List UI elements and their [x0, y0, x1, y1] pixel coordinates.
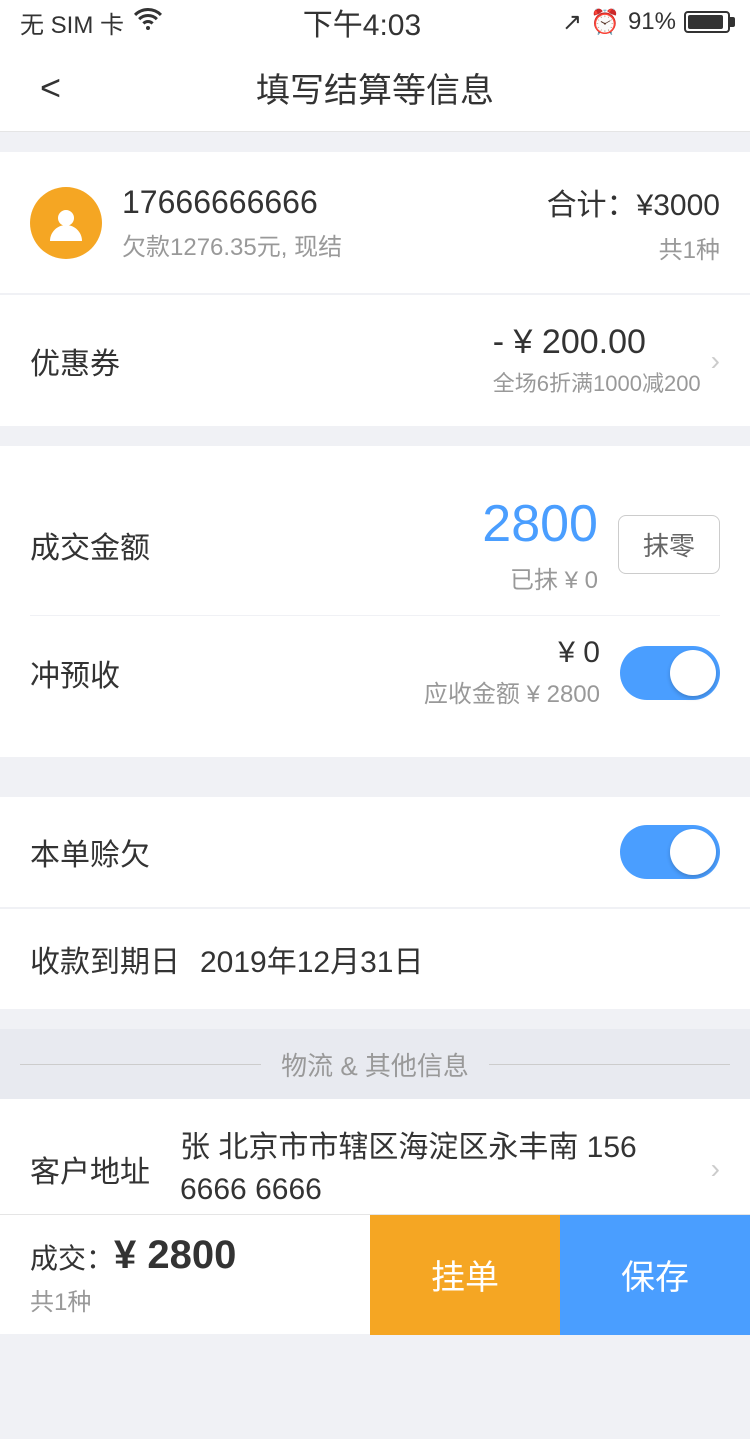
duedate-label: 收款到期日 — [30, 937, 180, 981]
coupon-discount: - ¥ 200.00 — [493, 323, 701, 362]
chevron-right-icon: › — [711, 345, 720, 377]
logistics-divider: 物流 & 其他信息 — [0, 1029, 750, 1099]
order-total: 合计：¥3000 — [547, 180, 720, 224]
chong-row: 冲预收 ¥ 0 应收金额 ¥ 2800 — [30, 616, 720, 729]
customer-debt: 欠款1276.35元, 现结 — [122, 227, 342, 262]
customer-card: 17666666666 欠款1276.35元, 现结 合计：¥3000 共1种 — [0, 152, 750, 293]
back-button[interactable]: < — [30, 57, 71, 119]
logistics-text: 物流 & 其他信息 — [281, 1046, 469, 1083]
customer-left: 17666666666 欠款1276.35元, 现结 — [30, 184, 342, 262]
deal-amount-right: 2800 已抹 ¥ 0 抹零 — [482, 494, 720, 595]
chong-sub: 应收金额 ¥ 2800 — [424, 674, 600, 709]
deal-amount-row: 成交金额 2800 已抹 ¥ 0 抹零 — [30, 474, 720, 616]
address-chevron-icon: › — [711, 1153, 720, 1185]
bottom-deal-amount: ¥ 2800 — [114, 1233, 236, 1277]
save-button[interactable]: 保存 — [560, 1215, 750, 1335]
address-value: 张 北京市市辖区海淀区永丰南 156 6666 6666 — [180, 1127, 711, 1211]
duedate-section: 收款到期日 2019年12月31日 — [0, 909, 750, 1009]
chong-right: ¥ 0 应收金额 ¥ 2800 — [424, 636, 720, 709]
chong-value-block: ¥ 0 应收金额 ¥ 2800 — [424, 636, 600, 709]
sheqian-section: 本单赊欠 — [0, 797, 750, 907]
status-left: 无 SIM 卡 — [20, 5, 162, 40]
deal-amount-label: 成交金额 — [30, 523, 150, 567]
bottom-deal-label: 成交：¥ 2800 — [30, 1233, 340, 1278]
bottom-deal-count: 共1种 — [30, 1282, 340, 1317]
status-time: 下午4:03 — [303, 0, 421, 44]
customer-right: 合计：¥3000 共1种 — [547, 180, 720, 265]
toggle-knob — [670, 650, 716, 696]
duedate-value: 2019年12月31日 — [200, 937, 423, 981]
wifi-icon — [134, 8, 162, 37]
section-divider-1 — [0, 426, 750, 446]
avatar — [30, 187, 102, 259]
chong-value: ¥ 0 — [424, 636, 600, 670]
chong-toggle[interactable] — [620, 646, 720, 700]
sheqian-toggle-knob — [670, 829, 716, 875]
sheqian-toggle[interactable] — [620, 825, 720, 879]
bottom-bar: 成交：¥ 2800 共1种 挂单 保存 — [0, 1214, 750, 1334]
logistics-line-right — [489, 1064, 730, 1065]
order-count: 共1种 — [547, 230, 720, 265]
sheqian-label: 本单赊欠 — [30, 830, 150, 874]
bottom-summary: 成交：¥ 2800 共1种 — [0, 1233, 370, 1317]
location-icon: ↗ — [562, 8, 582, 37]
page-title: 填写结算等信息 — [256, 63, 494, 112]
battery-icon — [684, 11, 730, 33]
status-right: ↗ ⏰ 91% — [562, 8, 730, 37]
already-erazed: 已抹 ¥ 0 — [482, 560, 598, 595]
nav-bar: < 填写结算等信息 — [0, 44, 750, 132]
pending-button[interactable]: 挂单 — [370, 1215, 560, 1335]
coupon-label: 优惠券 — [30, 339, 120, 383]
logistics-line-left — [20, 1064, 261, 1065]
alarm-icon: ⏰ — [590, 8, 620, 37]
sim-label: 无 SIM 卡 — [20, 5, 124, 40]
coupon-right: - ¥ 200.00 全场6折满1000减200 › — [493, 323, 720, 398]
eraze-button[interactable]: 抹零 — [618, 515, 720, 574]
section-divider-2 — [0, 757, 750, 777]
chong-label: 冲预收 — [30, 651, 120, 695]
coupon-desc: 全场6折满1000减200 — [493, 366, 701, 398]
amount-section: 成交金额 2800 已抹 ¥ 0 抹零 冲预收 ¥ 0 应收金额 ¥ 2800 — [0, 446, 750, 757]
customer-info: 17666666666 欠款1276.35元, 现结 — [122, 184, 342, 262]
status-bar: 无 SIM 卡 下午4:03 ↗ ⏰ 91% — [0, 0, 750, 44]
customer-phone: 17666666666 — [122, 184, 342, 221]
address-label: 客户地址 — [30, 1147, 150, 1191]
battery-percent: 91% — [628, 8, 676, 36]
deal-amount-value: 2800 — [482, 494, 598, 554]
coupon-row[interactable]: 优惠券 - ¥ 200.00 全场6折满1000减200 › — [0, 295, 750, 426]
